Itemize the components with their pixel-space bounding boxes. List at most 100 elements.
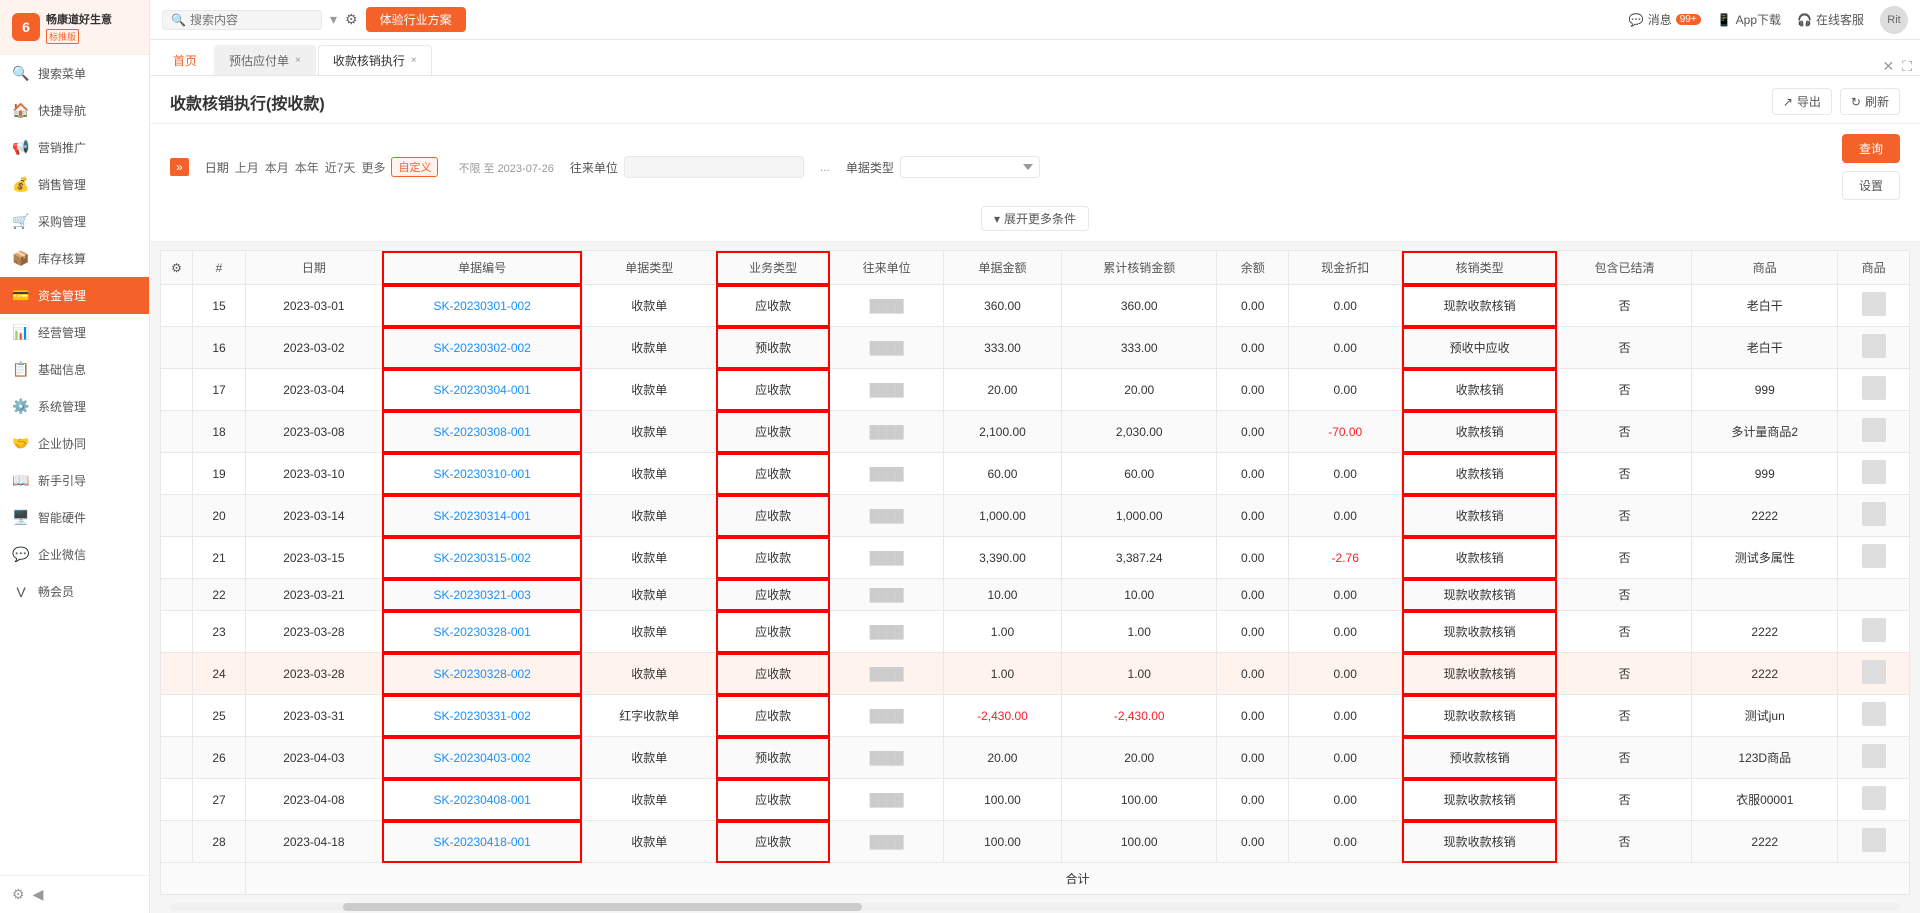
table-scroll-bar[interactable] (170, 903, 1900, 911)
topbar-dropdown-icon[interactable]: ▾ (330, 11, 337, 28)
filter-bar: » 日期 上月 本月 本年 近7天 更多 自定义 不限 至 2023-07-26… (150, 124, 1920, 242)
bill-no-link[interactable]: SK-20230418-001 (433, 835, 530, 849)
cell-bill-no[interactable]: SK-20230310-001 (382, 453, 582, 495)
sidebar-item-member[interactable]: V 畅会员 (0, 573, 149, 610)
table-row[interactable]: 152023-03-01SK-20230301-002收款单应收款████360… (161, 285, 1910, 327)
topbar-search-input[interactable] (190, 13, 290, 27)
date-opt-last-month[interactable]: 上月 (235, 159, 259, 176)
collapse-icon[interactable]: ◀ (33, 886, 44, 903)
cell-bill-no[interactable]: SK-20230308-001 (382, 411, 582, 453)
table-row[interactable]: 162023-03-02SK-20230302-002收款单预收款████333… (161, 327, 1910, 369)
col-settings[interactable]: ⚙ (161, 251, 193, 285)
table-row[interactable]: 262023-04-03SK-20230403-002收款单预收款████20.… (161, 737, 1910, 779)
cell-bill-type: 收款单 (582, 737, 716, 779)
cell-checkbox (161, 327, 193, 369)
table-row[interactable]: 192023-03-10SK-20230310-001收款单应收款████60.… (161, 453, 1910, 495)
tab-home[interactable]: 首页 (158, 45, 212, 75)
cell-bill-no[interactable]: SK-20230408-001 (382, 779, 582, 821)
sidebar-item-basics[interactable]: 📋 基础信息 (0, 351, 149, 388)
tab-prepay[interactable]: 预估应付单 × (214, 45, 316, 75)
bill-no-link[interactable]: SK-20230328-001 (433, 625, 530, 639)
messages-label: 消息 (1648, 11, 1672, 28)
filter-partner-input[interactable] (624, 156, 804, 178)
industry-solution-button[interactable]: 体验行业方案 (366, 7, 466, 32)
user-avatar[interactable]: Rit (1880, 6, 1908, 34)
product-thumbnail (1862, 376, 1886, 400)
settings-icon[interactable]: ⚙ (12, 886, 25, 903)
table-row[interactable]: 272023-04-08SK-20230408-001收款单应收款████100… (161, 779, 1910, 821)
cell-bill-no[interactable]: SK-20230304-001 (382, 369, 582, 411)
bill-no-link[interactable]: SK-20230315-002 (433, 551, 530, 565)
bill-no-link[interactable]: SK-20230310-001 (433, 467, 530, 481)
cell-bill-no[interactable]: SK-20230418-001 (382, 821, 582, 863)
refresh-button[interactable]: ↻ 刷新 (1840, 88, 1900, 115)
cell-accum-writeoff: 60.00 (1062, 453, 1217, 495)
bill-no-link[interactable]: SK-20230302-002 (433, 341, 530, 355)
bill-no-link[interactable]: SK-20230304-001 (433, 383, 530, 397)
table-row[interactable]: 232023-03-28SK-20230328-001收款单应收款████1.0… (161, 611, 1910, 653)
cell-bill-no[interactable]: SK-20230331-002 (382, 695, 582, 737)
tab-prepay-close-icon[interactable]: × (295, 55, 301, 66)
sidebar-item-inventory[interactable]: 📦 库存核算 (0, 240, 149, 277)
cell-bill-no[interactable]: SK-20230328-002 (382, 653, 582, 695)
cell-bill-no[interactable]: SK-20230328-001 (382, 611, 582, 653)
table-row[interactable]: 252023-03-31SK-20230331-002红字收款单应收款████-… (161, 695, 1910, 737)
export-button[interactable]: ↗ 导出 (1772, 88, 1832, 115)
table-row[interactable]: 282023-04-18SK-20230418-001收款单应收款████100… (161, 821, 1910, 863)
online-service-button[interactable]: 🎧 在线客服 (1797, 11, 1864, 28)
sidebar-item-sales[interactable]: 💰 销售管理 (0, 166, 149, 203)
date-opt-7days[interactable]: 近7天 (325, 159, 356, 176)
bill-no-link[interactable]: SK-20230331-002 (433, 709, 530, 723)
sidebar-item-guide[interactable]: 📖 新手引导 (0, 462, 149, 499)
cell-bill-no[interactable]: SK-20230301-002 (382, 285, 582, 327)
table-row[interactable]: 182023-03-08SK-20230308-001收款单应收款████2,1… (161, 411, 1910, 453)
table-row[interactable]: 212023-03-15SK-20230315-002收款单应收款████3,3… (161, 537, 1910, 579)
sidebar-item-search[interactable]: 🔍 搜索菜单 (0, 55, 149, 92)
sidebar-item-purchase[interactable]: 🛒 采购管理 (0, 203, 149, 240)
table-scroll-thumb[interactable] (343, 903, 862, 911)
filter-settings-button[interactable]: 设置 (1842, 171, 1900, 200)
filter-toggle-button[interactable]: » (170, 158, 189, 176)
bill-no-link[interactable]: SK-20230328-002 (433, 667, 530, 681)
expand-more-button[interactable]: ▾ 展开更多条件 (981, 206, 1089, 231)
bill-no-link[interactable]: SK-20230403-002 (433, 751, 530, 765)
table-row[interactable]: 172023-03-04SK-20230304-001收款单应收款████20.… (161, 369, 1910, 411)
query-button[interactable]: 查询 (1842, 134, 1900, 163)
sidebar-item-marketing[interactable]: 📢 营销推广 (0, 129, 149, 166)
filter-bill-type-select[interactable] (900, 156, 1040, 178)
cell-bill-no[interactable]: SK-20230302-002 (382, 327, 582, 369)
date-opt-custom[interactable]: 自定义 (391, 157, 438, 177)
bill-no-link[interactable]: SK-20230301-002 (433, 299, 530, 313)
sidebar-item-finance[interactable]: 💳 资金管理 (0, 277, 149, 314)
sidebar-item-enterprise[interactable]: 🤝 企业协同 (0, 425, 149, 462)
cell-bill-no[interactable]: SK-20230315-002 (382, 537, 582, 579)
cell-biz-type: 应收款 (716, 495, 829, 537)
table-row[interactable]: 202023-03-14SK-20230314-001收款单应收款████1,0… (161, 495, 1910, 537)
cell-bill-no[interactable]: SK-20230314-001 (382, 495, 582, 537)
messages-button[interactable]: 💬 消息 99+ (1629, 11, 1701, 28)
table-row[interactable]: 222023-03-21SK-20230321-003收款单应收款████10.… (161, 579, 1910, 611)
sidebar-item-operations[interactable]: 📊 经营管理 (0, 314, 149, 351)
tab-close-all-icon[interactable]: ✕ (1882, 58, 1894, 75)
bill-no-link[interactable]: SK-20230321-003 (433, 588, 530, 602)
sidebar-item-system[interactable]: ⚙️ 系统管理 (0, 388, 149, 425)
bill-no-link[interactable]: SK-20230314-001 (433, 509, 530, 523)
topbar-gear-icon[interactable]: ⚙ (345, 11, 358, 28)
tab-receipts[interactable]: 收款核销执行 × (318, 45, 432, 75)
cell-bill-no[interactable]: SK-20230403-002 (382, 737, 582, 779)
cell-cash-discount: 0.00 (1288, 453, 1401, 495)
bill-no-link[interactable]: SK-20230308-001 (433, 425, 530, 439)
date-opt-this-year[interactable]: 本年 (295, 159, 319, 176)
date-opt-more[interactable]: 更多 (361, 159, 385, 176)
sidebar-item-quicknav[interactable]: 🏠 快捷导航 (0, 92, 149, 129)
sidebar-item-hardware[interactable]: 🖥️ 智能硬件 (0, 499, 149, 536)
tab-receipts-close-icon[interactable]: × (411, 55, 417, 66)
app-download-button[interactable]: 📱 App下载 (1717, 11, 1781, 28)
topbar-search-area[interactable]: 🔍 (162, 10, 322, 30)
tab-maximize-icon[interactable]: ⛶ (1902, 58, 1912, 75)
sidebar-item-wechat[interactable]: 💬 企业微信 (0, 536, 149, 573)
bill-no-link[interactable]: SK-20230408-001 (433, 793, 530, 807)
cell-bill-no[interactable]: SK-20230321-003 (382, 579, 582, 611)
date-opt-this-month[interactable]: 本月 (265, 159, 289, 176)
table-row[interactable]: 242023-03-28SK-20230328-002收款单应收款████1.0… (161, 653, 1910, 695)
